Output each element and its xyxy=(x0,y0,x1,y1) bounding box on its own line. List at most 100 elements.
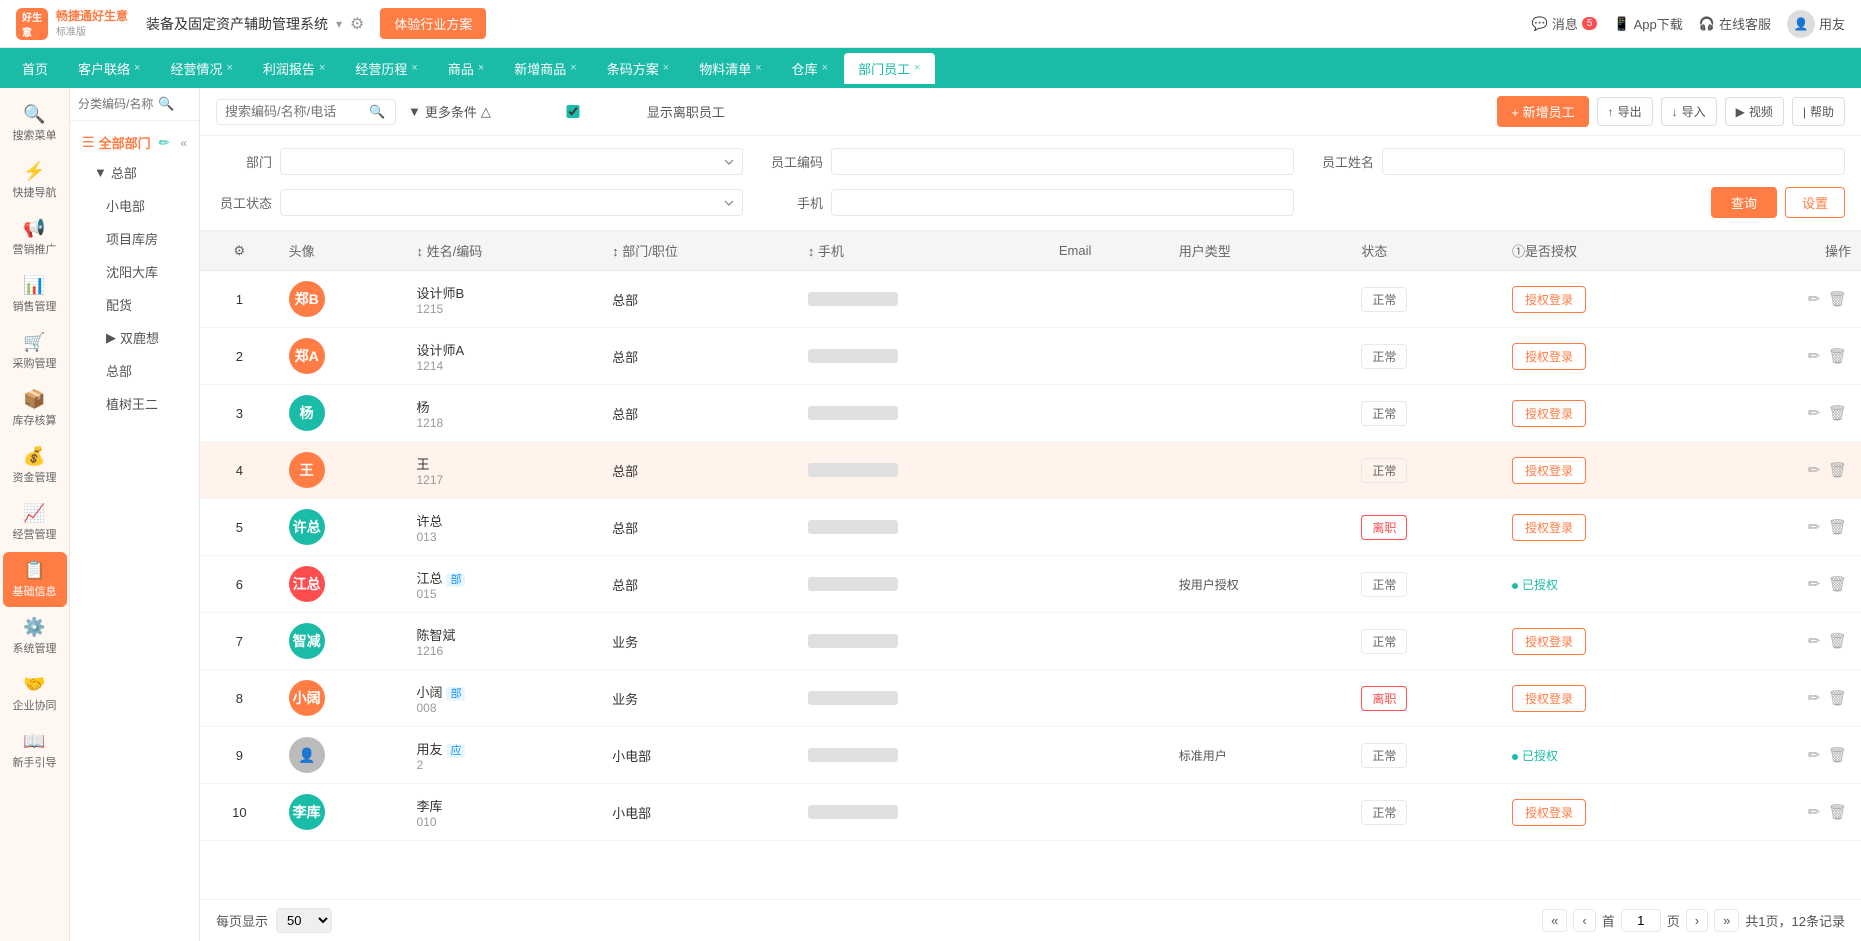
prev-page-button[interactable]: ‹ xyxy=(1573,909,1595,932)
delete-icon[interactable]: 🗑 xyxy=(1828,576,1847,593)
per-page-select[interactable]: 50 20 100 xyxy=(276,908,332,933)
sidebar-item-small-elec[interactable]: 小电部 xyxy=(70,189,199,222)
next-page-button[interactable]: › xyxy=(1686,909,1708,932)
sidebar-item-general[interactable]: ▼ 总部 xyxy=(70,156,199,189)
export-button[interactable]: ↑ 导出 xyxy=(1597,97,1653,126)
tab-barcode[interactable]: 条码方案 × xyxy=(593,53,683,84)
sidebar-item-basic[interactable]: 📋 基础信息 xyxy=(3,552,67,607)
sidebar-item-headquarter[interactable]: 总部 xyxy=(70,354,199,387)
tab-profit[interactable]: 利润报告 × xyxy=(249,53,339,84)
edit-icon[interactable]: ✏ xyxy=(1808,519,1821,536)
close-icon[interactable]: × xyxy=(411,62,417,74)
auth-button[interactable]: 授权登录 xyxy=(1512,628,1586,655)
close-icon[interactable]: × xyxy=(570,62,576,74)
auth-button[interactable]: 授权登录 xyxy=(1512,685,1586,712)
col-phone[interactable]: ↕ 手机 xyxy=(798,231,1049,271)
sidebar-item-management[interactable]: 📈 经营管理 xyxy=(3,495,67,550)
sidebar-item-planting[interactable]: 植树王二 xyxy=(70,387,199,420)
search-icon[interactable]: 🔍 xyxy=(369,104,385,120)
edit-icon[interactable]: ✏ xyxy=(1808,405,1821,422)
help-button[interactable]: | 帮助 xyxy=(1792,97,1845,126)
delete-icon[interactable]: 🗑 xyxy=(1828,690,1847,707)
sidebar-item-shenyang[interactable]: 沈阳大库 xyxy=(70,255,199,288)
sidebar-item-guide[interactable]: 📖 新手引导 xyxy=(3,723,67,778)
tab-bom[interactable]: 物料清单 × xyxy=(685,53,775,84)
edit-icon[interactable]: ✏ xyxy=(1808,747,1821,764)
edit-icon[interactable]: ✏ xyxy=(1808,633,1821,650)
close-icon[interactable]: × xyxy=(478,62,484,74)
close-icon[interactable]: × xyxy=(663,62,669,74)
sidebar-item-collab[interactable]: 🤝 企业协同 xyxy=(3,666,67,721)
sidebar-item-inventory[interactable]: 📦 库存核算 xyxy=(3,381,67,436)
edit-icon[interactable]: ✏ xyxy=(1808,804,1821,821)
emp-status-select[interactable] xyxy=(280,189,743,216)
app-download-button[interactable]: 📱 App下载 xyxy=(1613,14,1682,33)
delete-icon[interactable]: 🗑 xyxy=(1828,348,1847,365)
tab-history[interactable]: 经营历程 × xyxy=(341,53,431,84)
all-dept-label[interactable]: 全部部门 xyxy=(99,133,151,152)
sidebar-search-input[interactable] xyxy=(78,97,158,111)
last-page-button[interactable]: » xyxy=(1714,909,1739,932)
sidebar-item-purchase[interactable]: 🛒 采购管理 xyxy=(3,324,67,379)
auth-button[interactable]: 授权登录 xyxy=(1512,286,1586,313)
add-employee-button[interactable]: + 新增员工 xyxy=(1497,96,1588,127)
sidebar-item-sales[interactable]: 📊 销售管理 xyxy=(3,267,67,322)
gear-icon[interactable]: ⚙ xyxy=(350,14,364,34)
edit-icon[interactable]: ✏ xyxy=(1808,291,1821,308)
resigned-checkbox[interactable] xyxy=(503,105,643,118)
tab-operation[interactable]: 经营情况 × xyxy=(156,53,246,84)
show-resigned-toggle[interactable]: 显示离职员工 xyxy=(503,102,725,121)
view-button[interactable]: ▶ 视频 xyxy=(1725,97,1784,126)
edit-icon[interactable]: ✏ xyxy=(159,135,170,151)
delete-icon[interactable]: 🗑 xyxy=(1828,462,1847,479)
auth-button[interactable]: 授权登录 xyxy=(1512,799,1586,826)
tab-home[interactable]: 首页 xyxy=(8,53,62,84)
sidebar-item-shuanglu[interactable]: ▶ 双鹿想 xyxy=(70,321,199,354)
edit-icon[interactable]: ✏ xyxy=(1808,462,1821,479)
message-button[interactable]: 💬 消息 5 xyxy=(1532,14,1598,33)
edit-icon[interactable]: ✏ xyxy=(1808,348,1821,365)
more-filter-button[interactable]: ▼ 更多条件 △ xyxy=(408,102,491,121)
delete-icon[interactable]: 🗑 xyxy=(1828,804,1847,821)
sidebar-item-finance[interactable]: 💰 资金管理 xyxy=(3,438,67,493)
delete-icon[interactable]: 🗑 xyxy=(1828,633,1847,650)
emp-name-input[interactable] xyxy=(1382,148,1845,175)
close-icon[interactable]: × xyxy=(755,62,761,74)
sidebar-search-icon[interactable]: 🔍 xyxy=(158,96,174,112)
tab-customer[interactable]: 客户联络 × xyxy=(64,53,154,84)
auth-button[interactable]: 授权登录 xyxy=(1512,400,1586,427)
user-area[interactable]: 👤 用友 xyxy=(1787,10,1845,38)
sidebar-item-delivery[interactable]: 配货 xyxy=(70,288,199,321)
col-name[interactable]: ↕ 姓名/编码 xyxy=(406,231,602,271)
employee-search-input[interactable] xyxy=(225,104,365,119)
sidebar-item-system[interactable]: ⚙️ 系统管理 xyxy=(3,609,67,664)
system-arrow-icon[interactable]: ▾ xyxy=(336,17,342,31)
tab-employees[interactable]: 部门员工 × xyxy=(844,53,934,84)
emp-code-input[interactable] xyxy=(831,148,1294,175)
query-button[interactable]: 查询 xyxy=(1711,187,1777,218)
close-icon[interactable]: × xyxy=(226,62,232,74)
dept-select[interactable] xyxy=(280,148,743,175)
auth-button[interactable]: 授权登录 xyxy=(1512,343,1586,370)
sidebar-item-project[interactable]: 项目库房 xyxy=(70,222,199,255)
page-input[interactable] xyxy=(1621,909,1661,932)
online-service-button[interactable]: 🎧 在线客服 xyxy=(1699,14,1771,33)
reset-button[interactable]: 设置 xyxy=(1785,187,1845,218)
col-setting[interactable]: ⚙ xyxy=(200,231,279,271)
tab-warehouse[interactable]: 仓库 × xyxy=(778,53,842,84)
auth-button[interactable]: 授权登录 xyxy=(1512,457,1586,484)
import-button[interactable]: ↓ 导入 xyxy=(1661,97,1717,126)
tab-goods[interactable]: 商品 × xyxy=(434,53,498,84)
sidebar-item-shortcut[interactable]: ⚡ 快捷导航 xyxy=(3,153,67,208)
close-icon[interactable]: × xyxy=(822,62,828,74)
delete-icon[interactable]: 🗑 xyxy=(1828,519,1847,536)
delete-icon[interactable]: 🗑 xyxy=(1828,405,1847,422)
col-dept[interactable]: ↕ 部门/职位 xyxy=(602,231,798,271)
sidebar-item-marketing[interactable]: 📢 营销推广 xyxy=(3,210,67,265)
first-page-button[interactable]: « xyxy=(1542,909,1567,932)
auth-button[interactable]: 授权登录 xyxy=(1512,514,1586,541)
close-icon[interactable]: × xyxy=(914,62,920,74)
collapse-icon[interactable]: « xyxy=(180,136,187,150)
phone-input[interactable] xyxy=(831,189,1294,216)
sidebar-item-search[interactable]: 🔍 搜索菜单 xyxy=(3,96,67,151)
